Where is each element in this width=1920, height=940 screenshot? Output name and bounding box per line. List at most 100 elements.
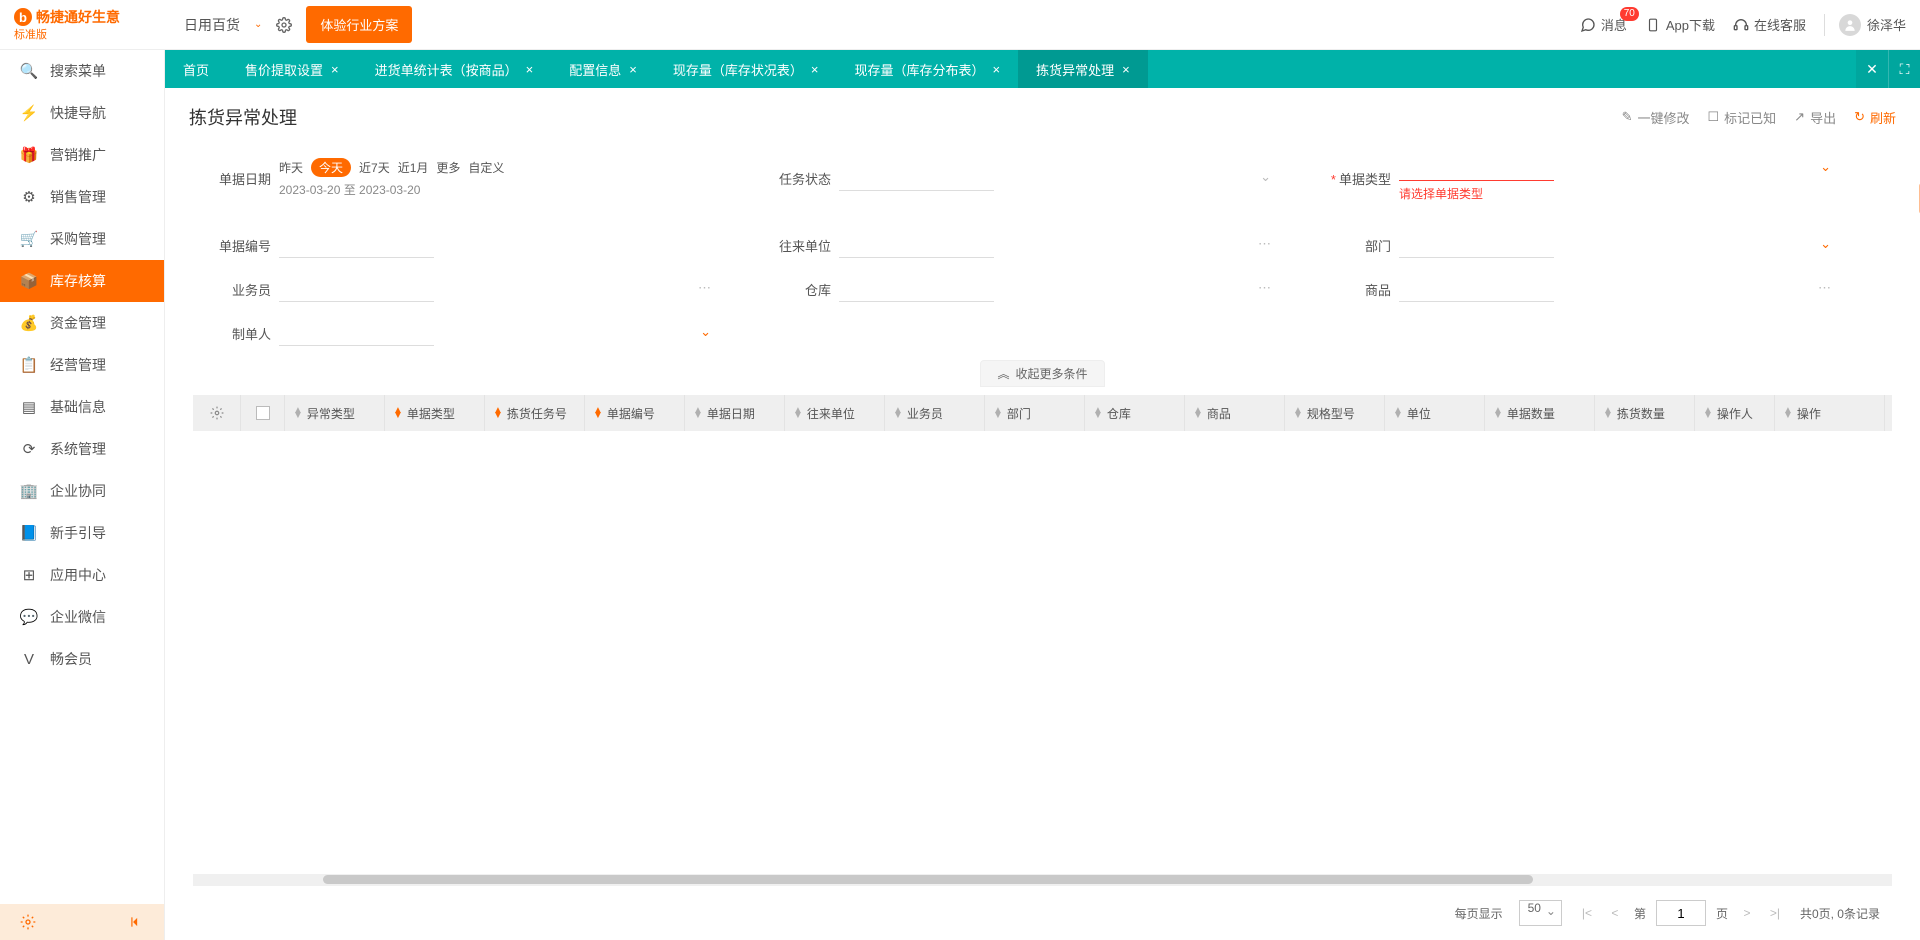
more-icon[interactable]: ⋯ bbox=[1258, 280, 1271, 296]
sidebar-item-2[interactable]: 🎁营销推广 bbox=[0, 134, 164, 176]
export-button[interactable]: ↗导出 bbox=[1794, 108, 1836, 127]
sidebar-item-8[interactable]: ▤基础信息 bbox=[0, 386, 164, 428]
col-header-14[interactable]: ▲▼操作人 bbox=[1695, 395, 1775, 431]
batch-edit-button[interactable]: ✎一键修改 bbox=[1622, 108, 1690, 127]
user-menu[interactable]: 徐泽华 bbox=[1824, 14, 1906, 36]
sidebar-item-10[interactable]: 🏢企业协同 bbox=[0, 470, 164, 512]
product-input[interactable] bbox=[1399, 276, 1554, 302]
chip-1month[interactable]: 近1月 bbox=[398, 159, 429, 176]
sidebar-item-label: 企业协同 bbox=[50, 481, 106, 501]
chevron-down-icon[interactable]: ⌄ bbox=[1260, 169, 1271, 185]
page-next-button[interactable]: > bbox=[1738, 906, 1756, 920]
user-name: 徐泽华 bbox=[1867, 15, 1906, 34]
col-header-15[interactable]: ▲▼操作 bbox=[1775, 395, 1885, 431]
col-header-1[interactable]: ▲▼单据类型 bbox=[385, 395, 485, 431]
sidebar-item-3[interactable]: ⚙销售管理 bbox=[0, 176, 164, 218]
table-settings-header[interactable] bbox=[193, 395, 241, 431]
sidebar-item-7[interactable]: 📋经营管理 bbox=[0, 344, 164, 386]
trial-plan-button[interactable]: 体验行业方案 bbox=[306, 6, 412, 43]
chevron-down-icon[interactable]: ⌄ bbox=[700, 324, 711, 340]
chip-today[interactable]: 今天 bbox=[311, 158, 351, 177]
col-header-10[interactable]: ▲▼规格型号 bbox=[1285, 395, 1385, 431]
settings-icon[interactable] bbox=[20, 914, 36, 930]
gear-icon[interactable] bbox=[276, 17, 292, 33]
chevron-down-icon[interactable]: ⌄ bbox=[1820, 236, 1831, 252]
col-header-13[interactable]: ▲▼拣货数量 bbox=[1595, 395, 1695, 431]
salesman-input[interactable] bbox=[279, 276, 434, 302]
partner-input[interactable] bbox=[839, 232, 994, 258]
select-all-header[interactable] bbox=[241, 395, 285, 431]
doc-type-input[interactable] bbox=[1399, 155, 1554, 181]
col-header-6[interactable]: ▲▼业务员 bbox=[885, 395, 985, 431]
sidebar-item-label: 基础信息 bbox=[50, 397, 106, 417]
tab-close-all-button[interactable]: ✕ bbox=[1856, 50, 1888, 88]
page-last-button[interactable]: >| bbox=[1766, 906, 1784, 920]
page-prev-button[interactable]: < bbox=[1606, 906, 1624, 920]
task-status-input[interactable] bbox=[839, 165, 994, 191]
chevron-down-icon: ⌄ bbox=[254, 19, 262, 30]
sidebar-item-13[interactable]: 💬企业微信 bbox=[0, 596, 164, 638]
close-icon[interactable]: × bbox=[331, 62, 339, 77]
close-icon[interactable]: × bbox=[629, 62, 637, 77]
creator-input[interactable] bbox=[279, 320, 434, 346]
col-label: 拣货任务号 bbox=[507, 405, 567, 422]
dept-input[interactable] bbox=[1399, 232, 1554, 258]
company-selector[interactable]: 日用百货 ⌄ bbox=[184, 15, 292, 35]
sidebar-item-0[interactable]: 🔍搜索菜单 bbox=[0, 50, 164, 92]
col-header-12[interactable]: ▲▼单据数量 bbox=[1485, 395, 1595, 431]
close-icon[interactable]: × bbox=[1122, 62, 1130, 77]
sidebar-item-12[interactable]: ⊞应用中心 bbox=[0, 554, 164, 596]
more-icon[interactable]: ⋯ bbox=[698, 280, 711, 296]
tab-0[interactable]: 首页 bbox=[165, 50, 227, 88]
chip-custom[interactable]: 自定义 bbox=[468, 159, 504, 176]
close-icon[interactable]: × bbox=[811, 62, 819, 77]
logo: b 畅捷通好生意 标准版 bbox=[14, 7, 164, 42]
sidebar-item-9[interactable]: ⟳系统管理 bbox=[0, 428, 164, 470]
per-page-select[interactable]: 50 bbox=[1519, 900, 1562, 926]
sidebar-item-11[interactable]: 📘新手引导 bbox=[0, 512, 164, 554]
col-header-0[interactable]: ▲▼异常类型 bbox=[285, 395, 385, 431]
app-download-button[interactable]: App下载 bbox=[1645, 15, 1715, 34]
sidebar-item-5[interactable]: 📦库存核算 bbox=[0, 260, 164, 302]
col-header-5[interactable]: ▲▼往来单位 bbox=[785, 395, 885, 431]
col-header-11[interactable]: ▲▼单位 bbox=[1385, 395, 1485, 431]
tab-6[interactable]: 拣货异常处理× bbox=[1018, 50, 1148, 88]
col-header-8[interactable]: ▲▼仓库 bbox=[1085, 395, 1185, 431]
col-header-9[interactable]: ▲▼商品 bbox=[1185, 395, 1285, 431]
col-header-4[interactable]: ▲▼单据日期 bbox=[685, 395, 785, 431]
fullscreen-button[interactable]: ⛶ bbox=[1888, 50, 1920, 88]
collapse-icon[interactable] bbox=[128, 915, 144, 929]
page-input[interactable] bbox=[1656, 900, 1706, 926]
tab-5[interactable]: 现存量（库存分布表）× bbox=[836, 50, 1018, 88]
doc-no-input[interactable] bbox=[279, 232, 434, 258]
chip-yesterday[interactable]: 昨天 bbox=[279, 159, 303, 176]
more-icon[interactable]: ⋯ bbox=[1258, 236, 1271, 252]
page-first-button[interactable]: |< bbox=[1578, 906, 1596, 920]
more-icon[interactable]: ⋯ bbox=[1818, 280, 1831, 296]
sidebar-item-4[interactable]: 🛒采购管理 bbox=[0, 218, 164, 260]
collapse-filters-button[interactable]: ︽ 收起更多条件 bbox=[980, 360, 1104, 387]
horizontal-scrollbar[interactable] bbox=[193, 874, 1892, 886]
col-header-3[interactable]: ▲▼单据编号 bbox=[585, 395, 685, 431]
close-icon[interactable]: × bbox=[992, 62, 1000, 77]
sidebar-item-1[interactable]: ⚡快捷导航 bbox=[0, 92, 164, 134]
chip-7days[interactable]: 近7天 bbox=[359, 159, 390, 176]
sidebar-item-14[interactable]: V畅会员 bbox=[0, 638, 164, 680]
sidebar-icon: 💬 bbox=[20, 608, 38, 626]
mark-known-button[interactable]: ☐标记已知 bbox=[1707, 108, 1776, 127]
warehouse-input[interactable] bbox=[839, 276, 994, 302]
col-header-2[interactable]: ▲▼拣货任务号 bbox=[485, 395, 585, 431]
sidebar-item-6[interactable]: 💰资金管理 bbox=[0, 302, 164, 344]
tab-4[interactable]: 现存量（库存状况表）× bbox=[655, 50, 837, 88]
page-title: 拣货异常处理 bbox=[189, 104, 297, 130]
messages-button[interactable]: 消息 70 bbox=[1580, 15, 1627, 34]
refresh-button[interactable]: ↻刷新 bbox=[1854, 108, 1896, 127]
tab-2[interactable]: 进货单统计表（按商品）× bbox=[357, 50, 552, 88]
tab-1[interactable]: 售价提取设置× bbox=[227, 50, 357, 88]
col-header-7[interactable]: ▲▼部门 bbox=[985, 395, 1085, 431]
online-service-button[interactable]: 在线客服 bbox=[1733, 15, 1806, 34]
chevron-down-icon[interactable]: ⌄ bbox=[1820, 159, 1831, 175]
chip-more[interactable]: 更多 bbox=[436, 159, 460, 176]
close-icon[interactable]: × bbox=[526, 62, 534, 77]
tab-3[interactable]: 配置信息× bbox=[551, 50, 655, 88]
